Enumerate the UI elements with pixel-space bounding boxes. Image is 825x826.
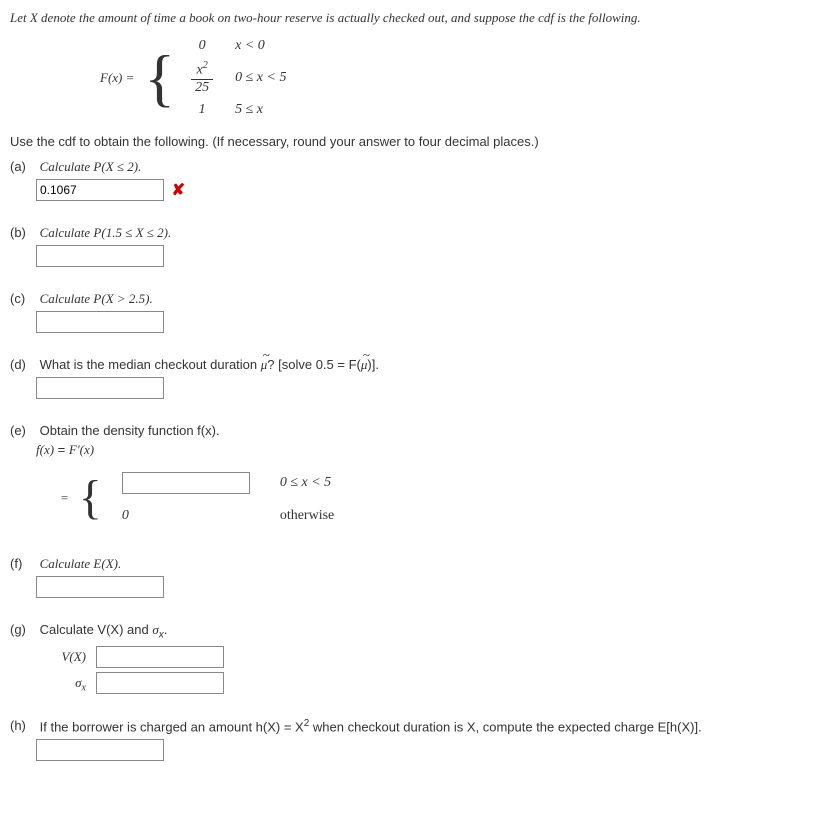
piece-3-cond: 5 ≤ x: [235, 102, 263, 117]
density-brace-icon: {: [79, 474, 102, 522]
frac-top-sup: 2: [203, 60, 208, 71]
cdf-pieces: 0 x < 0 x2 25 0 ≤ x < 5 1 5 ≤ x: [179, 34, 298, 122]
part-f-text: Calculate E(X).: [40, 556, 122, 572]
part-h-text: If the borrower is charged an amount h(X…: [40, 718, 702, 734]
part-e-input[interactable]: [122, 472, 250, 494]
part-c-text: Calculate P(X > 2.5).: [40, 291, 153, 307]
part-e-text: Obtain the density function f(x).: [40, 423, 220, 438]
part-d-input[interactable]: [36, 377, 164, 399]
part-g-sigma-input[interactable]: [96, 672, 224, 694]
cdf-label: F(x) =: [100, 70, 134, 86]
part-a: (a) Calculate P(X ≤ 2). ✘: [10, 159, 825, 201]
part-f-input[interactable]: [36, 576, 164, 598]
density-row2-cond: otherwise: [280, 508, 334, 523]
piece-3-val: 1: [199, 102, 206, 117]
part-h-input[interactable]: [36, 739, 164, 761]
sigma-label: σx: [36, 675, 86, 694]
part-d-label: (d): [10, 357, 36, 372]
piece-1-cond: x < 0: [235, 38, 265, 53]
part-h-label: (h): [10, 718, 36, 733]
wrong-icon: ✘: [172, 182, 185, 199]
part-b-input[interactable]: [36, 245, 164, 267]
part-h: (h) If the borrower is charged an amount…: [10, 718, 825, 760]
density-definition: = { 0 ≤ x < 5 0 otherwise: [60, 464, 825, 532]
part-e-label: (e): [10, 423, 36, 438]
density-eq: =: [60, 490, 69, 506]
part-d: (d) What is the median checkout duration…: [10, 357, 825, 399]
part-f: (f) Calculate E(X).: [10, 556, 825, 598]
part-c: (c) Calculate P(X > 2.5).: [10, 291, 825, 333]
piece-1-val: 0: [199, 38, 206, 53]
piece-2-cond: 0 ≤ x < 5: [235, 70, 286, 85]
part-g: (g) Calculate V(X) and σx. V(X) σx: [10, 622, 825, 695]
part-b: (b) Calculate P(1.5 ≤ X ≤ 2).: [10, 225, 825, 267]
intro-text: Let X denote the amount of time a book o…: [10, 10, 641, 25]
mu-tilde-icon: μ: [261, 357, 268, 373]
part-d-text: What is the median checkout duration μ? …: [40, 357, 379, 373]
part-c-label: (c): [10, 291, 36, 306]
instructions: Use the cdf to obtain the following. (If…: [10, 134, 825, 149]
problem-intro: Let X denote the amount of time a book o…: [10, 10, 825, 26]
density-row1-cond: 0 ≤ x < 5: [280, 475, 331, 490]
part-g-label: (g): [10, 622, 36, 637]
part-a-input[interactable]: [36, 179, 164, 201]
part-g-vx-input[interactable]: [96, 646, 224, 668]
part-b-text: Calculate P(1.5 ≤ X ≤ 2).: [40, 225, 172, 241]
part-b-label: (b): [10, 225, 36, 240]
piece-2-frac: x2 25: [191, 60, 213, 96]
part-g-text: Calculate V(X) and σx.: [40, 622, 168, 641]
density-row2-val: 0: [122, 508, 129, 523]
part-a-label: (a): [10, 159, 36, 174]
part-e: (e) Obtain the density function f(x). f(…: [10, 423, 825, 532]
part-f-label: (f): [10, 556, 36, 571]
mu-tilde-icon-2: μ: [361, 357, 368, 373]
cdf-definition: F(x) = { 0 x < 0 x2 25 0 ≤ x < 5 1 5 ≤ x: [100, 34, 825, 122]
left-brace-icon: {: [144, 46, 175, 110]
frac-bot: 25: [191, 80, 213, 96]
part-a-text: Calculate P(X ≤ 2).: [40, 159, 142, 175]
part-e-line2: f(x) = F′(x): [36, 442, 825, 458]
vx-label: V(X): [36, 649, 86, 665]
part-c-input[interactable]: [36, 311, 164, 333]
